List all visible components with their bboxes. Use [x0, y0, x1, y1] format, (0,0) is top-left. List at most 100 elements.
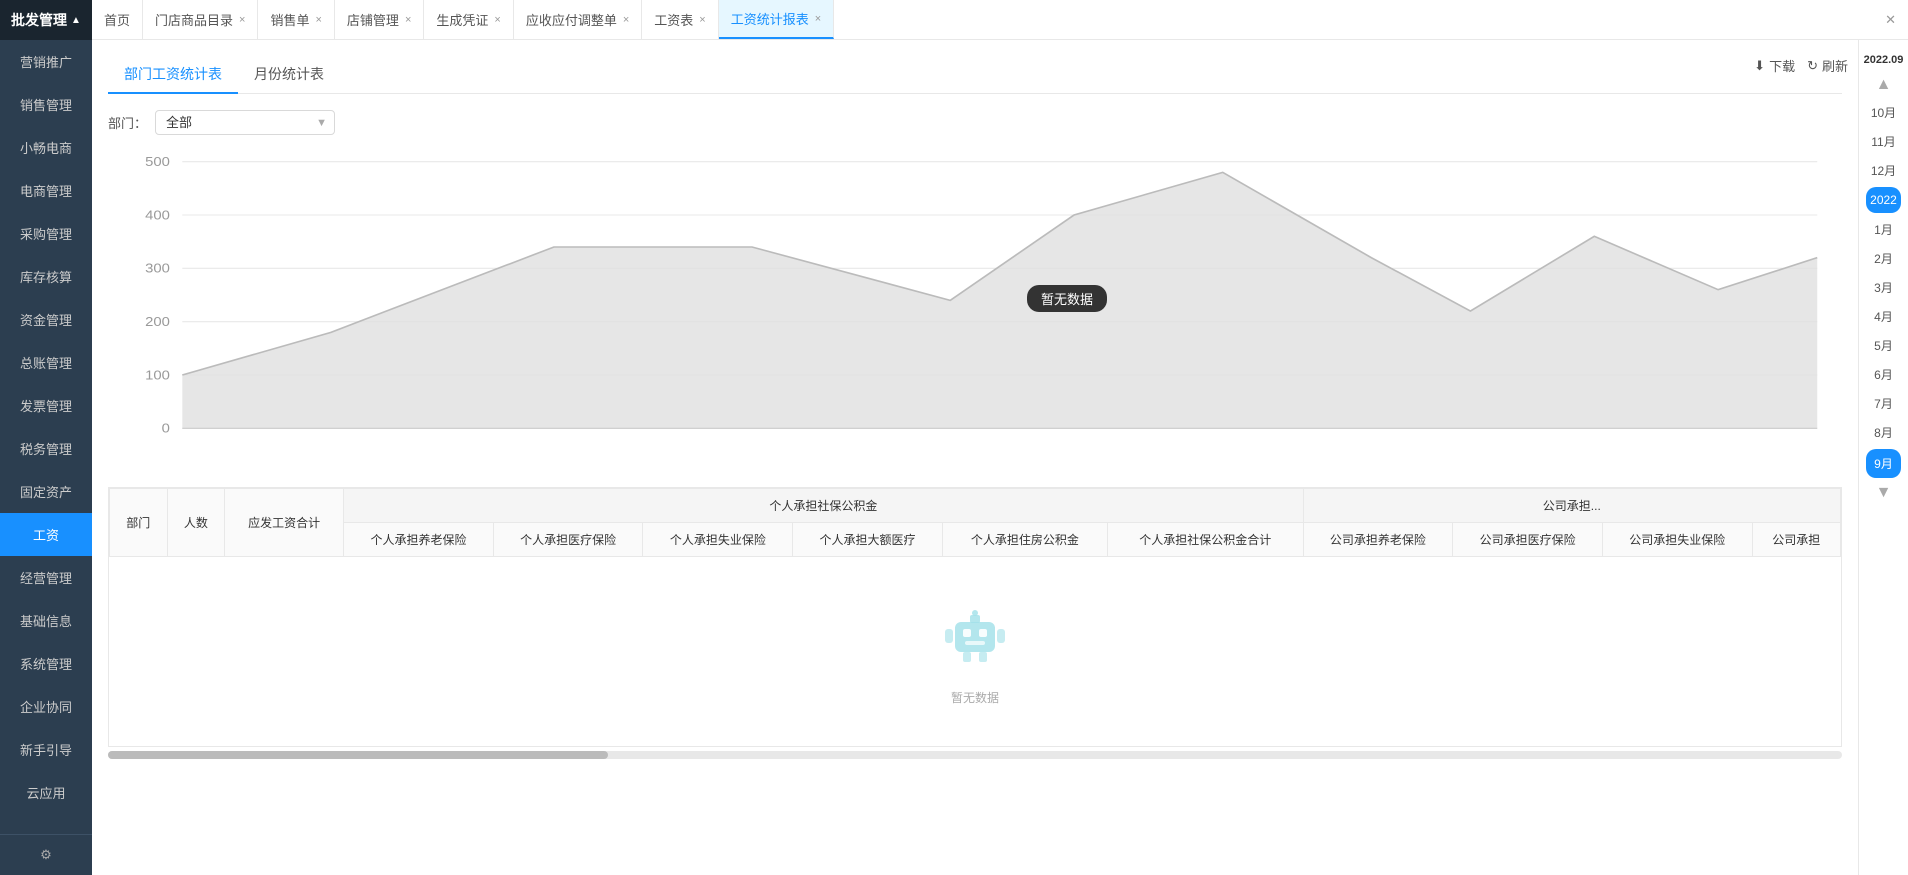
- th-personal-medical: 个人承担医疗保险: [493, 523, 643, 557]
- empty-state-text: 暂无数据: [951, 689, 999, 706]
- tab-label-0: 首页: [104, 10, 130, 29]
- tab-label-5: 应收应付调整单: [526, 10, 617, 29]
- sidebar-item-14[interactable]: 系统管理: [0, 642, 92, 685]
- tab-close-5[interactable]: ×: [623, 14, 629, 26]
- table-scrollbar-thumb[interactable]: [108, 751, 608, 759]
- refresh-icon: ↻: [1807, 58, 1818, 74]
- table-header-row-2: 个人承担养老保险 个人承担医疗保险 个人承担失业保险 个人承担大额医疗 个人承担…: [110, 523, 1841, 557]
- tab-label-4: 生成凭证: [436, 10, 488, 29]
- sidebar-item-2[interactable]: 小畅电商: [0, 126, 92, 169]
- sidebar: 批发管理 ▲ 营销推广销售管理小畅电商电商管理采购管理库存核算资金管理总账管理发…: [0, 0, 92, 875]
- dept-select-wrapper: 全部 ▼: [155, 110, 335, 135]
- sidebar-item-4[interactable]: 采购管理: [0, 212, 92, 255]
- main-area: 首页门店商品目录×销售单×店铺管理×生成凭证×应收应付调整单×工资表×工资统计报…: [92, 0, 1908, 875]
- date-nav-down[interactable]: ▼: [1872, 480, 1896, 506]
- sidebar-item-13[interactable]: 基础信息: [0, 599, 92, 642]
- sidebar-footer-settings[interactable]: ⚙: [0, 834, 92, 875]
- tab-item-1[interactable]: 门店商品目录 ×: [143, 0, 258, 39]
- th-company-more: 公司承担: [1752, 523, 1840, 557]
- tab-close-2[interactable]: ×: [315, 14, 321, 26]
- sidebar-item-6[interactable]: 资金管理: [0, 298, 92, 341]
- tab-close-3[interactable]: ×: [405, 14, 411, 26]
- sidebar-item-9[interactable]: 税务管理: [0, 427, 92, 470]
- tab-bar-close-button[interactable]: ✕: [1873, 12, 1908, 28]
- chart-svg: 500 400 300 200 100 0: [108, 151, 1842, 471]
- date-item-11[interactable]: 8月: [1862, 418, 1905, 447]
- dept-select[interactable]: 全部: [155, 110, 335, 135]
- sidebar-item-1[interactable]: 销售管理: [0, 83, 92, 126]
- tab-item-3[interactable]: 店铺管理×: [335, 0, 424, 39]
- tab-item-7[interactable]: 工资统计报表 ×: [719, 0, 834, 39]
- date-sidebar: 2022.09 ▲ 10月11月12月20221月2月3月4月5月6月7月8月9…: [1858, 40, 1908, 875]
- date-nav-up[interactable]: ▲: [1872, 72, 1896, 98]
- table-scrollbar[interactable]: [108, 751, 1842, 759]
- sidebar-item-0[interactable]: 营销推广: [0, 40, 92, 83]
- svg-text:400: 400: [145, 207, 170, 222]
- date-item-4[interactable]: 1月: [1862, 215, 1905, 244]
- tab-close-4[interactable]: ×: [494, 14, 500, 26]
- th-company-pension: 公司承担养老保险: [1303, 523, 1453, 557]
- tab-label-1: 门店商品目录: [155, 10, 233, 29]
- sidebar-arrow-icon: ▲: [71, 15, 81, 26]
- sidebar-item-10[interactable]: 固定资产: [0, 470, 92, 513]
- sidebar-item-17[interactable]: 云应用: [0, 771, 92, 814]
- toolbar: 部门： 全部 ▼: [108, 110, 1842, 135]
- sidebar-item-15[interactable]: 企业协同: [0, 685, 92, 728]
- tab-item-0[interactable]: 首页: [92, 0, 143, 39]
- tab-close-6[interactable]: ×: [699, 14, 705, 26]
- dept-label: 部门：: [108, 113, 147, 132]
- tab-close-1[interactable]: ×: [239, 14, 245, 26]
- sidebar-item-16[interactable]: 新手引导: [0, 728, 92, 771]
- date-item-2[interactable]: 12月: [1862, 156, 1905, 185]
- tab-label-6: 工资表: [654, 10, 693, 29]
- svg-text:100: 100: [145, 367, 170, 382]
- tab-item-5[interactable]: 应收应付调整单 ×: [514, 0, 642, 39]
- sub-tab-dept[interactable]: 部门工资统计表: [108, 56, 238, 94]
- sidebar-item-7[interactable]: 总账管理: [0, 341, 92, 384]
- tab-item-4[interactable]: 生成凭证 ×: [424, 0, 513, 39]
- sub-tab-month[interactable]: 月份统计表: [238, 56, 340, 94]
- refresh-label: 刷新: [1822, 56, 1848, 75]
- th-company-insurance-group: 公司承担...: [1303, 489, 1840, 523]
- th-salary: 应发工资合计: [225, 489, 344, 557]
- th-personal-total: 个人承担社保公积金合计: [1107, 523, 1303, 557]
- tab-item-6[interactable]: 工资表 ×: [642, 0, 718, 39]
- sidebar-item-11[interactable]: 工资: [0, 513, 92, 556]
- empty-row: 暂无数据: [110, 557, 1841, 747]
- tab-bar: 首页门店商品目录×销售单×店铺管理×生成凭证×应收应付调整单×工资表×工资统计报…: [92, 0, 1908, 40]
- sidebar-title: 批发管理: [11, 10, 67, 30]
- date-item-10[interactable]: 7月: [1862, 389, 1905, 418]
- sidebar-item-5[interactable]: 库存核算: [0, 255, 92, 298]
- date-item-3[interactable]: 2022: [1866, 187, 1901, 213]
- sub-tabs: 部门工资统计表 月份统计表: [108, 56, 1842, 94]
- th-personal-unemployment: 个人承担失业保险: [643, 523, 793, 557]
- date-item-9[interactable]: 6月: [1862, 360, 1905, 389]
- sidebar-header[interactable]: 批发管理 ▲: [0, 0, 92, 40]
- settings-icon: ⚙: [40, 847, 52, 862]
- tab-label-2: 销售单: [270, 10, 309, 29]
- page-content: ⬇ 下载 ↻ 刷新 部门工资统计表 月份统计表 部门： 全部: [92, 40, 1908, 875]
- th-personal-pension: 个人承担养老保险: [344, 523, 494, 557]
- date-item-7[interactable]: 4月: [1862, 302, 1905, 331]
- tab-label-7: 工资统计报表: [731, 9, 809, 28]
- tab-item-2[interactable]: 销售单 ×: [258, 0, 334, 39]
- refresh-button[interactable]: ↻ 刷新: [1807, 56, 1848, 75]
- date-item-8[interactable]: 5月: [1862, 331, 1905, 360]
- download-button[interactable]: ⬇ 下载: [1754, 56, 1795, 75]
- date-item-6[interactable]: 3月: [1862, 273, 1905, 302]
- date-item-1[interactable]: 11月: [1862, 127, 1905, 156]
- sidebar-item-8[interactable]: 发票管理: [0, 384, 92, 427]
- sidebar-item-3[interactable]: 电商管理: [0, 169, 92, 212]
- date-item-12[interactable]: 9月: [1866, 449, 1901, 478]
- data-table-wrapper: 部门 人数 应发工资合计 个人承担社保公积金 公司承担... 个人承担养老保险 …: [108, 487, 1842, 747]
- table-header-row-1: 部门 人数 应发工资合计 个人承担社保公积金 公司承担...: [110, 489, 1841, 523]
- chart-container: 500 400 300 200 100 0 暂无数据: [108, 151, 1842, 471]
- content-area: ⬇ 下载 ↻ 刷新 部门工资统计表 月份统计表 部门： 全部: [92, 40, 1858, 875]
- th-people: 人数: [167, 489, 225, 557]
- date-item-0[interactable]: 10月: [1862, 98, 1905, 127]
- svg-text:0: 0: [162, 421, 171, 436]
- empty-state: 暂无数据: [110, 557, 1841, 746]
- tab-close-7[interactable]: ×: [815, 13, 821, 25]
- date-item-5[interactable]: 2月: [1862, 244, 1905, 273]
- sidebar-item-12[interactable]: 经营管理: [0, 556, 92, 599]
